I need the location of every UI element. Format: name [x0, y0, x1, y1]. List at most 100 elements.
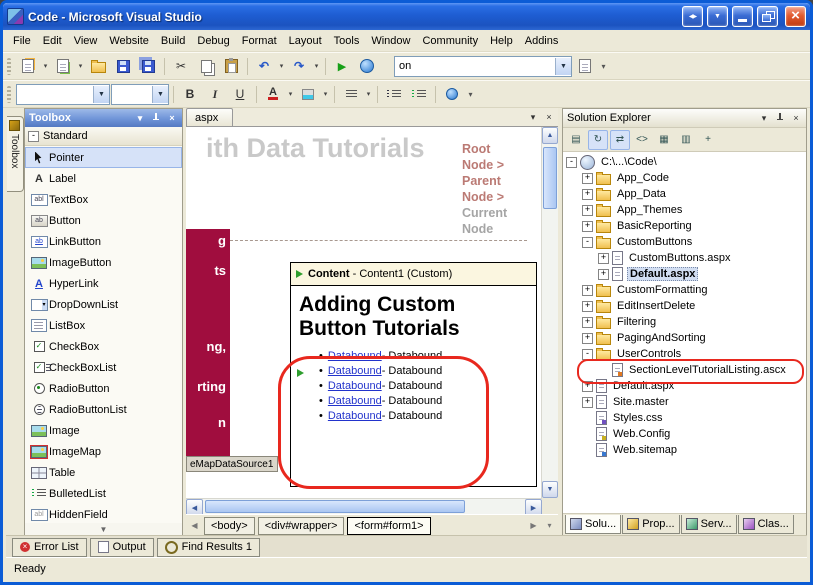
- expander-icon[interactable]: +: [582, 189, 593, 200]
- restore-button[interactable]: [757, 6, 778, 27]
- expander-icon[interactable]: +: [582, 173, 593, 184]
- tab-solution-explorer[interactable]: Solu...: [565, 515, 621, 534]
- toolbox-item-textbox[interactable]: ablTextBox: [25, 189, 182, 210]
- tree-item-custombuttons-aspx[interactable]: +CustomButtons.aspx: [563, 250, 806, 266]
- tree-item-app-data[interactable]: +App_Data: [563, 186, 806, 202]
- databound-link[interactable]: Databound: [328, 380, 382, 392]
- sitemapdatasource-control[interactable]: eMapDataSource1: [186, 456, 278, 472]
- breadcrumb-link[interactable]: Root: [462, 141, 541, 157]
- toolbox-item-radiobuttonlist[interactable]: RadioButtonList: [25, 399, 182, 420]
- tab-class-view[interactable]: Clas...: [738, 515, 794, 534]
- close-button[interactable]: [785, 6, 806, 27]
- font-size-combobox[interactable]: ▼: [111, 84, 169, 105]
- copy-web-site-button[interactable]: ▥: [676, 130, 696, 150]
- bold-button[interactable]: B: [178, 83, 202, 105]
- expander-icon[interactable]: +: [598, 269, 609, 280]
- undo-button[interactable]: [252, 55, 276, 77]
- solution-explorer-header[interactable]: Solution Explorer ▾ ×: [563, 109, 806, 128]
- toolbox-item-label-control[interactable]: ALabel: [25, 168, 182, 189]
- toolbox-item-hyperlink[interactable]: AHyperLink: [25, 273, 182, 294]
- auto-hide-pin-button[interactable]: [774, 112, 786, 124]
- tree-item-editinsertdelete[interactable]: +EditInsertDelete: [563, 298, 806, 314]
- find-in-files-button[interactable]: [573, 55, 597, 77]
- databound-link[interactable]: Databound: [328, 350, 382, 362]
- underline-button[interactable]: U: [228, 83, 252, 105]
- menu-addins[interactable]: Addins: [519, 33, 565, 49]
- tag-nav-left-arrow[interactable]: ◀: [188, 518, 201, 533]
- tree-item-basicreporting[interactable]: +BasicReporting: [563, 218, 806, 234]
- expander-icon[interactable]: +: [582, 381, 593, 392]
- tab-properties[interactable]: Prop...: [622, 515, 679, 534]
- menu-format[interactable]: Format: [236, 33, 283, 49]
- scroll-up-button[interactable]: ▲: [542, 127, 558, 144]
- combobox-dropdown-arrow[interactable]: ▼: [555, 58, 571, 75]
- tree-item-site-master[interactable]: +Site.master: [563, 394, 806, 410]
- smart-tag-arrow-icon[interactable]: [296, 270, 303, 278]
- font-name-combobox[interactable]: ▼: [16, 84, 110, 105]
- tree-item-app-code[interactable]: +App_Code: [563, 170, 806, 186]
- tree-item-filtering[interactable]: +Filtering: [563, 314, 806, 330]
- menu-website[interactable]: Website: [103, 33, 155, 49]
- toolbox-item-linkbutton[interactable]: abLinkButton: [25, 231, 182, 252]
- expander-icon[interactable]: +: [582, 301, 593, 312]
- minimize-button[interactable]: [732, 6, 753, 27]
- hyperlink-button[interactable]: [440, 83, 464, 105]
- auto-hide-pin-button[interactable]: [150, 112, 162, 124]
- tree-item-web-config[interactable]: Web.Config: [563, 426, 806, 442]
- expander-icon[interactable]: +: [582, 285, 593, 296]
- expander-icon[interactable]: -: [582, 237, 593, 248]
- toolbox-item-listbox[interactable]: ListBox: [25, 315, 182, 336]
- vertical-scrollbar[interactable]: ▲ ▼: [541, 127, 558, 498]
- add-new-item-button[interactable]: [51, 55, 75, 77]
- tree-item-sectionleveltutoriallisting-ascx[interactable]: SectionLevelTutorialListing.ascx: [563, 362, 806, 378]
- horizontal-scrollbar[interactable]: ◀ ▶: [186, 498, 542, 514]
- tag-body[interactable]: <body>: [204, 517, 255, 535]
- databound-link[interactable]: Databound: [328, 410, 382, 422]
- toolbar-combobox[interactable]: on ▼: [394, 56, 572, 77]
- window-dock-button[interactable]: [707, 6, 728, 27]
- toolbox-item-checkbox[interactable]: CheckBox: [25, 336, 182, 357]
- toolbox-item-hiddenfield[interactable]: ablHiddenField: [25, 504, 182, 523]
- tab-list-dropdown-button[interactable]: ▾: [526, 110, 540, 124]
- toolbox-item-imagemap[interactable]: ImageMap: [25, 441, 182, 462]
- close-document-button[interactable]: ×: [542, 110, 556, 124]
- toolbox-close-button[interactable]: ×: [166, 112, 178, 124]
- menu-layout[interactable]: Layout: [283, 33, 328, 49]
- toolbox-item-dropdownlist[interactable]: DropDownList: [25, 294, 182, 315]
- expander-icon[interactable]: +: [598, 253, 609, 264]
- tag-form-form1[interactable]: <form#form1>: [347, 517, 430, 535]
- nav-item[interactable]: ng,: [207, 339, 227, 354]
- smart-tag-arrow-icon[interactable]: [297, 369, 304, 377]
- tree-item-custombuttons[interactable]: -CustomButtons: [563, 234, 806, 250]
- font-color-dropdown-arrow[interactable]: ▾: [286, 90, 295, 98]
- menu-build[interactable]: Build: [155, 33, 191, 49]
- nav-item[interactable]: g: [218, 233, 226, 248]
- tab-server-explorer[interactable]: Serv...: [681, 515, 737, 534]
- title-bar[interactable]: Code - Microsoft Visual Studio: [3, 3, 810, 30]
- properties-button[interactable]: ▤: [566, 130, 586, 150]
- bullet-list-button[interactable]: [407, 83, 431, 105]
- align-dropdown-arrow[interactable]: ▾: [364, 90, 373, 98]
- save-all-button[interactable]: [136, 55, 160, 77]
- menu-window[interactable]: Window: [365, 33, 416, 49]
- paste-button[interactable]: [219, 55, 243, 77]
- expander-icon[interactable]: +: [582, 333, 593, 344]
- asp-net-configuration-button[interactable]: +: [698, 130, 718, 150]
- tag-div-wrapper[interactable]: <div#wrapper>: [258, 517, 345, 535]
- tree-item-app-themes[interactable]: +App_Themes: [563, 202, 806, 218]
- view-designer-button[interactable]: ▦: [654, 130, 674, 150]
- solution-explorer-close-button[interactable]: ×: [790, 112, 802, 124]
- combobox-dropdown-arrow[interactable]: ▼: [152, 86, 168, 103]
- breadcrumb-link[interactable]: Node >: [462, 157, 541, 173]
- databound-link[interactable]: Databound: [328, 395, 382, 407]
- undo-dropdown-arrow[interactable]: ▾: [277, 62, 286, 70]
- redo-button[interactable]: [287, 55, 311, 77]
- numbered-list-button[interactable]: [382, 83, 406, 105]
- expander-icon[interactable]: +: [582, 397, 593, 408]
- menu-edit[interactable]: Edit: [37, 33, 68, 49]
- expander-icon[interactable]: -: [582, 349, 593, 360]
- toolbox-group-standard[interactable]: - Standard: [25, 127, 182, 146]
- breadcrumb-link[interactable]: Parent: [462, 173, 541, 189]
- tree-item-website-root[interactable]: -C:\...\Code\: [563, 154, 806, 170]
- add-new-item-dropdown-arrow[interactable]: ▾: [76, 62, 85, 70]
